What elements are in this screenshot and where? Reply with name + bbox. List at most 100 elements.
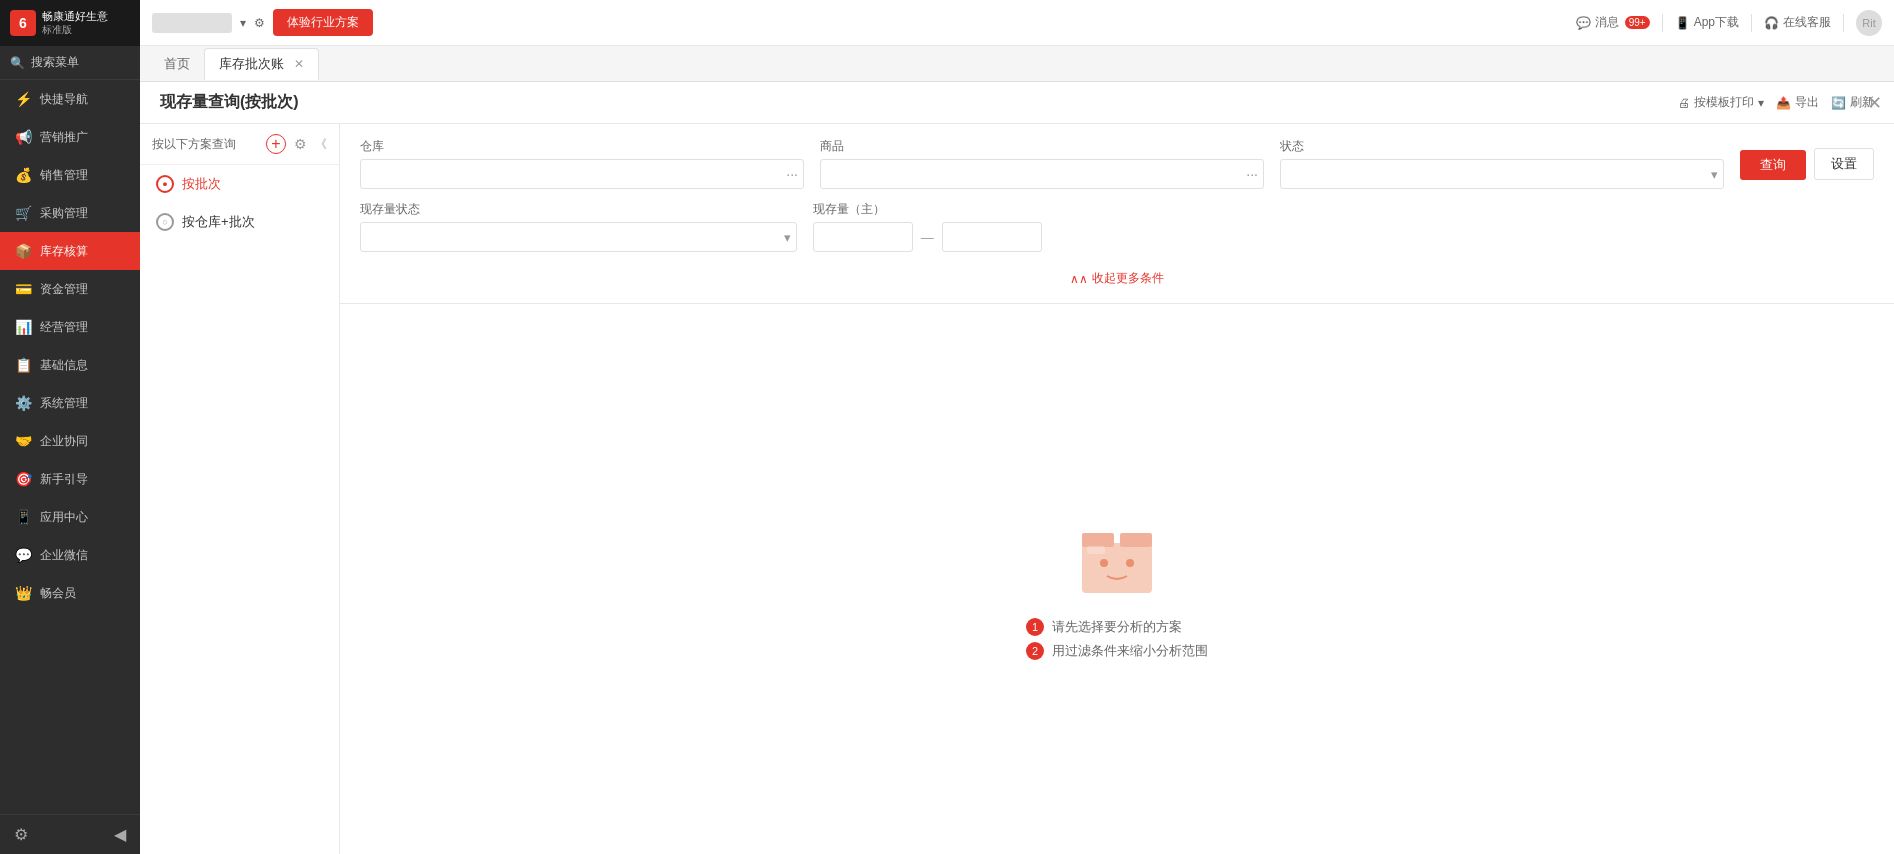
print-button[interactable]: 🖨 按模板打印 ▾: [1678, 94, 1764, 111]
sidebar-item-app-center[interactable]: 📱 应用中心: [0, 498, 140, 536]
status-select[interactable]: [1280, 159, 1724, 189]
tab-close-button[interactable]: ✕: [294, 57, 304, 71]
avatar[interactable]: Rit: [1856, 10, 1882, 36]
sidebar-item-label: 应用中心: [40, 509, 88, 526]
sidebar-collapse-button[interactable]: ◀: [114, 825, 126, 844]
empty-hint-2: 2 用过滤条件来缩小分析范围: [1026, 642, 1208, 660]
warehouse-dots[interactable]: ···: [786, 166, 798, 182]
query-button[interactable]: 查询: [1740, 150, 1806, 180]
tab-batch-account[interactable]: 库存批次账 ✕: [204, 48, 319, 80]
topbar-divider3: [1843, 14, 1844, 32]
sidebar-item-guide[interactable]: 🎯 新手引导: [0, 460, 140, 498]
sidebar-item-label: 快捷导航: [40, 91, 88, 108]
warehouse-label: 仓库: [360, 138, 804, 155]
sidebar-item-wechat[interactable]: 💬 企业微信: [0, 536, 140, 574]
sidebar-search[interactable]: 🔍 搜索菜单: [0, 46, 140, 80]
left-panel-header-actions: + ⚙ 《: [266, 134, 327, 154]
phone-icon: 📱: [1675, 16, 1690, 30]
empty-hints: 1 请先选择要分析的方案 2 用过滤条件来缩小分析范围: [1026, 618, 1208, 660]
chevron-up-icon: ∧∧: [1070, 272, 1088, 286]
page-title: 现存量查询(按批次): [160, 92, 299, 113]
product-dots[interactable]: ···: [1246, 166, 1258, 182]
sidebar-footer: ⚙ ◀: [0, 814, 140, 854]
scheme-item-by-batch[interactable]: ● 按批次: [140, 165, 339, 203]
basic-info-icon: 📋: [14, 356, 32, 374]
stock-qty-min-input[interactable]: [813, 222, 913, 252]
tab-batch-account-label: 库存批次账: [219, 55, 284, 73]
sidebar-item-cooperation[interactable]: 🤝 企业协同: [0, 422, 140, 460]
filter-row-2: 现存量状态 ▾ 现存量（主） —: [360, 201, 1874, 252]
stock-qty-max-input[interactable]: [942, 222, 1042, 252]
scheme-label: 按仓库+批次: [182, 213, 255, 231]
sidebar-item-basic-info[interactable]: 📋 基础信息: [0, 346, 140, 384]
sidebar-item-operations[interactable]: 📊 经营管理: [0, 308, 140, 346]
messages-button[interactable]: 💬 消息 99+: [1576, 14, 1650, 31]
sidebar-item-sales[interactable]: 💰 销售管理: [0, 156, 140, 194]
sidebar-settings-button[interactable]: ⚙: [14, 825, 28, 844]
scheme-settings-button[interactable]: ⚙: [294, 136, 307, 152]
collapse-label: 收起更多条件: [1092, 270, 1164, 287]
experience-button[interactable]: 体验行业方案: [273, 9, 373, 36]
sidebar-item-purchase[interactable]: 🛒 采购管理: [0, 194, 140, 232]
sidebar-item-system[interactable]: ⚙️ 系统管理: [0, 384, 140, 422]
sidebar-item-label: 经营管理: [40, 319, 88, 336]
topbar-settings-button[interactable]: ⚙: [254, 16, 265, 30]
add-scheme-button[interactable]: +: [266, 134, 286, 154]
svg-point-4: [1126, 559, 1134, 567]
online-service-button[interactable]: 🎧 在线客服: [1764, 14, 1831, 31]
empty-state: 1 请先选择要分析的方案 2 用过滤条件来缩小分析范围: [340, 304, 1894, 854]
scheme-label: 按批次: [182, 175, 221, 193]
export-button[interactable]: 📤 导出: [1776, 94, 1819, 111]
sidebar-search-label: 搜索菜单: [31, 54, 79, 71]
sidebar-item-label: 系统管理: [40, 395, 88, 412]
sidebar-item-marketing[interactable]: 📢 营销推广: [0, 118, 140, 156]
sidebar-item-inventory[interactable]: 📦 库存核算: [0, 232, 140, 270]
setting-button[interactable]: 设置: [1814, 148, 1874, 180]
tab-home-label: 首页: [164, 55, 190, 73]
right-panel: 仓库 ··· 商品 ··· 状态: [340, 124, 1894, 854]
topbar: ▾ ⚙ 体验行业方案 💬 消息 99+ 📱 App下载 🎧 在线客服 Rit: [140, 0, 1894, 46]
messages-badge: 99+: [1625, 16, 1650, 29]
sidebar-item-quick-nav[interactable]: ⚡ 快捷导航: [0, 80, 140, 118]
app-download-button[interactable]: 📱 App下载: [1675, 14, 1739, 31]
print-chevron: ▾: [1758, 96, 1764, 110]
topbar-actions: 💬 消息 99+ 📱 App下载 🎧 在线客服 Rit: [1576, 10, 1882, 36]
stock-status-select[interactable]: [360, 222, 797, 252]
scheme-item-by-warehouse-batch[interactable]: ○ 按仓库+批次: [140, 203, 339, 241]
left-panel-header: 按以下方案查询 + ⚙ 《: [140, 124, 339, 165]
headset-icon: 🎧: [1764, 16, 1779, 30]
collapse-more-button[interactable]: ∧∧ 收起更多条件: [360, 264, 1874, 289]
hint2-num: 2: [1026, 642, 1044, 660]
filter-stock-qty-range: —: [813, 222, 1250, 252]
sidebar: 6 畅康通好生意 标准版 🔍 搜索菜单 ⚡ 快捷导航 📢 营销推广 💰 销售管理…: [0, 0, 140, 854]
filter-buttons: 查询 设置: [1740, 148, 1874, 180]
filter-stock-status: 现存量状态 ▾: [360, 201, 797, 252]
quick-nav-icon: ⚡: [14, 90, 32, 108]
filter-area: 仓库 ··· 商品 ··· 状态: [340, 124, 1894, 304]
warehouse-input-wrap: ···: [360, 159, 804, 189]
product-input[interactable]: [820, 159, 1264, 189]
panel-collapse-button[interactable]: 《: [315, 136, 327, 153]
status-label: 状态: [1280, 138, 1724, 155]
page-header: 现存量查询(按批次) 🖨 按模板打印 ▾ 📤 导出 🔄 刷新: [140, 82, 1894, 124]
app-center-icon: 📱: [14, 508, 32, 526]
filter-product: 商品 ···: [820, 138, 1264, 189]
printer-icon: 🖨: [1678, 96, 1690, 110]
sales-icon: 💰: [14, 166, 32, 184]
warehouse-input[interactable]: [360, 159, 804, 189]
filter-status: 状态 ▾: [1280, 138, 1724, 189]
svg-rect-2: [1120, 533, 1152, 547]
topbar-breadcrumb-placeholder: [152, 13, 232, 33]
sidebar-item-label: 畅会员: [40, 585, 76, 602]
sidebar-item-label: 营销推广: [40, 129, 88, 146]
topbar-chevron-button[interactable]: ▾: [240, 16, 246, 30]
sidebar-item-member[interactable]: 👑 畅会员: [0, 574, 140, 612]
sidebar-item-finance[interactable]: 💳 资金管理: [0, 270, 140, 308]
svg-rect-1: [1082, 533, 1114, 547]
product-input-wrap: ···: [820, 159, 1264, 189]
operations-icon: 📊: [14, 318, 32, 336]
wechat-icon: 💬: [14, 546, 32, 564]
tab-home[interactable]: 首页: [150, 49, 204, 79]
sidebar-item-label: 基础信息: [40, 357, 88, 374]
app-download-label: App下载: [1694, 14, 1739, 31]
